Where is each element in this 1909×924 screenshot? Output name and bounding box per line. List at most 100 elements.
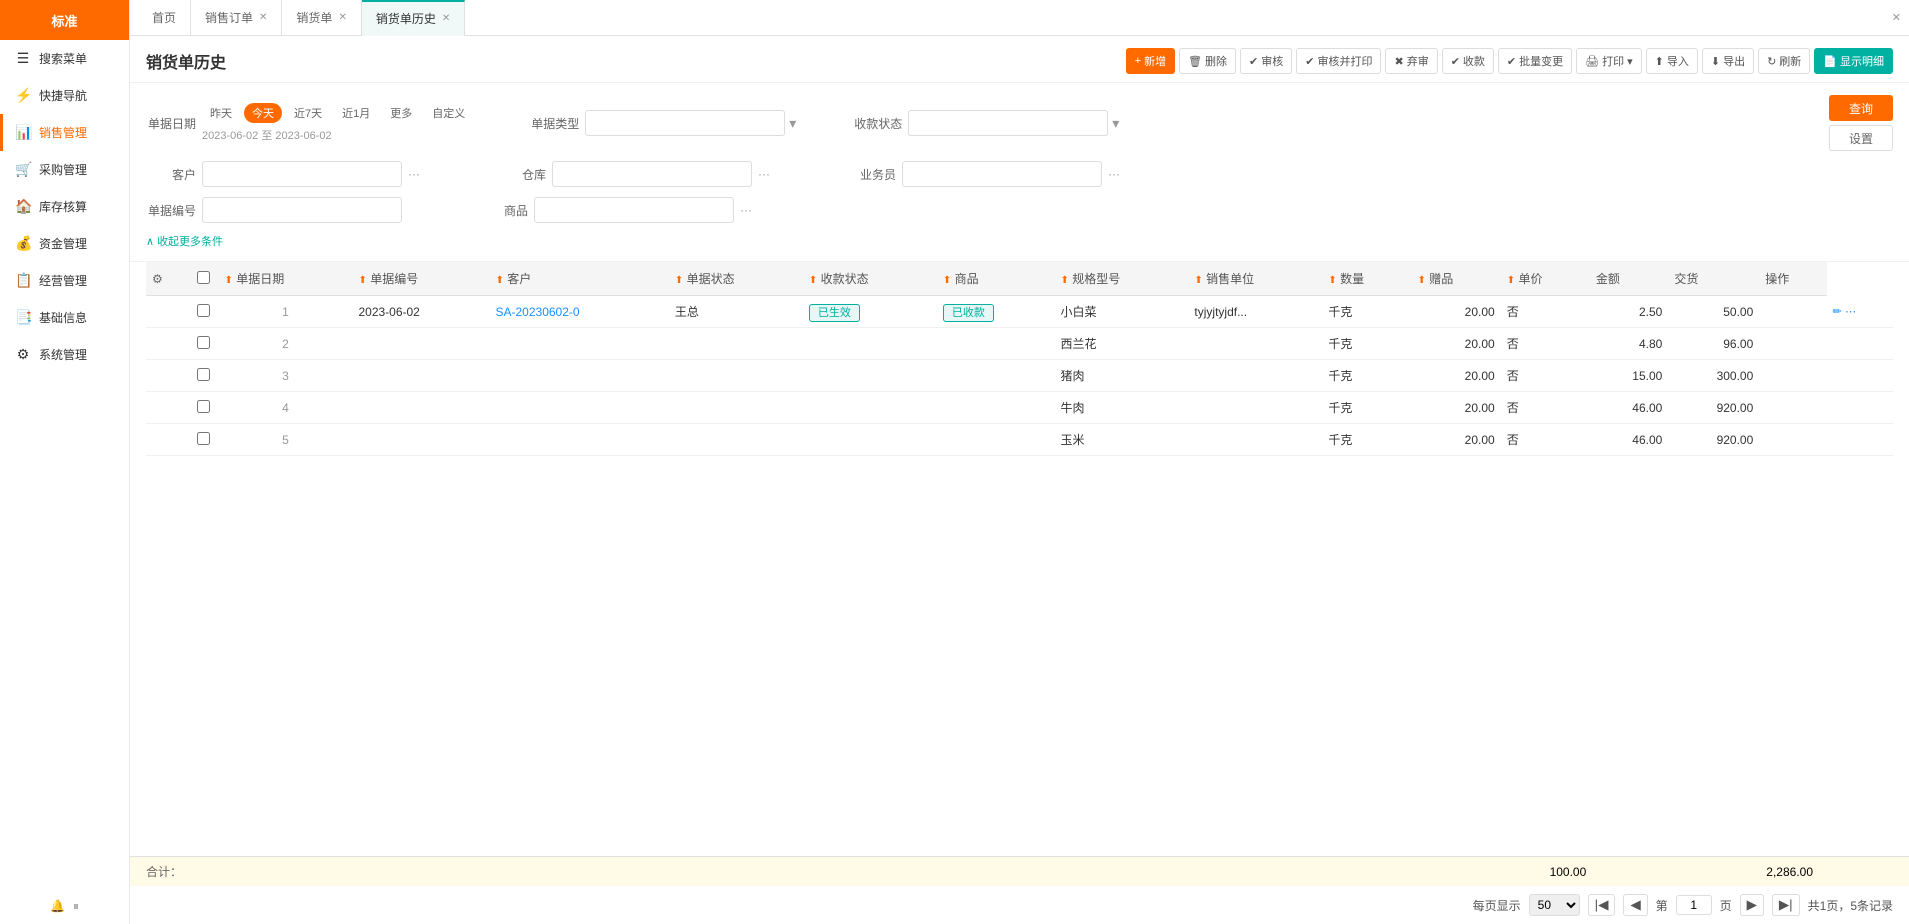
col-doc-date[interactable]: ⬆ 单据日期 bbox=[219, 262, 353, 296]
salesperson-ellipsis[interactable]: ··· bbox=[1108, 167, 1120, 181]
row-checkbox[interactable] bbox=[189, 424, 219, 456]
sidebar-bottom-icon1[interactable]: 🔔 bbox=[50, 899, 65, 914]
audit-print-button[interactable]: ✔ 审核并打印 bbox=[1296, 48, 1381, 74]
show-detail-button[interactable]: 📄 显示明细 bbox=[1814, 48, 1893, 74]
sort-icon: ⬆ bbox=[943, 275, 951, 286]
last-page-button[interactable]: ▶| bbox=[1772, 894, 1800, 916]
sidebar-item-search-menu[interactable]: ☰ 搜索菜单 bbox=[0, 40, 129, 77]
first-page-button[interactable]: |◀ bbox=[1588, 894, 1616, 916]
sidebar-bottom-icon2[interactable]: ⏸ bbox=[73, 899, 79, 914]
row-amount: 96.00 bbox=[1668, 328, 1759, 360]
customer-ellipsis[interactable]: ··· bbox=[408, 167, 420, 181]
select-all-checkbox[interactable] bbox=[197, 271, 210, 284]
date-tag-today[interactable]: 今天 bbox=[244, 103, 282, 123]
col-customer[interactable]: ⬆ 客户 bbox=[490, 262, 669, 296]
col-doc-no[interactable]: ⬆ 单据编号 bbox=[352, 262, 489, 296]
col-doc-status[interactable]: ⬆ 单据状态 bbox=[669, 262, 803, 296]
table-body: 1 2023-06-02 SA-20230602-0 王总 已生效 已收款 小白… bbox=[146, 296, 1893, 456]
payment-status-dropdown-icon[interactable]: ▾ bbox=[1112, 115, 1119, 132]
export-button[interactable]: ⬇ 导出 bbox=[1702, 48, 1754, 74]
new-button[interactable]: + 新增 bbox=[1126, 48, 1175, 74]
collapse-button[interactable]: ∧ 收起更多条件 bbox=[146, 233, 1893, 249]
sidebar-item-purchase-mgmt[interactable]: 🛒 采购管理 bbox=[0, 151, 129, 188]
tab-home[interactable]: 首页 bbox=[138, 0, 191, 36]
col-qty[interactable]: ⬆ 数量 bbox=[1322, 262, 1411, 296]
row-doc-no[interactable] bbox=[490, 424, 669, 456]
sidebar-item-quick-nav[interactable]: ⚡ 快捷导航 bbox=[0, 77, 129, 114]
payment-status-input[interactable] bbox=[908, 110, 1108, 136]
date-tag-1month[interactable]: 近1月 bbox=[334, 103, 378, 123]
sidebar-item-ops[interactable]: 📋 经营管理 bbox=[0, 262, 129, 299]
col-spec[interactable]: ⬆ 规格型号 bbox=[1054, 262, 1188, 296]
row-doc-no[interactable] bbox=[490, 328, 669, 360]
row-select-checkbox[interactable] bbox=[197, 368, 210, 381]
warehouse-ellipsis[interactable]: ··· bbox=[758, 167, 770, 181]
row-doc-no[interactable]: SA-20230602-0 bbox=[490, 296, 669, 328]
row-checkbox[interactable] bbox=[189, 328, 219, 360]
warehouse-input[interactable] bbox=[552, 161, 752, 187]
abandon-button[interactable]: ✖ 弃审 bbox=[1385, 48, 1437, 74]
refresh-button[interactable]: ↻ 刷新 bbox=[1758, 48, 1810, 74]
row-doc-no[interactable] bbox=[490, 392, 669, 424]
tab-sales-order[interactable]: 销售订单 ✕ bbox=[191, 0, 282, 36]
print-button[interactable]: 🖨 打印 ▾ bbox=[1576, 48, 1642, 74]
audit-button[interactable]: ✔ 审核 bbox=[1240, 48, 1292, 74]
sidebar-item-sales-mgmt[interactable]: 📊 销售管理 bbox=[0, 114, 129, 151]
goods-ellipsis[interactable]: ··· bbox=[740, 203, 752, 217]
query-button[interactable]: 查询 bbox=[1829, 95, 1893, 121]
edit-action[interactable]: ✏ bbox=[1833, 306, 1842, 318]
window-close-btn[interactable]: ✕ bbox=[1892, 11, 1901, 24]
delete-button[interactable]: 🗑 删除 bbox=[1179, 48, 1236, 74]
sidebar-item-system-mgmt[interactable]: ⚙ 系统管理 bbox=[0, 336, 129, 373]
sidebar-item-basic-info[interactable]: 📑 基础信息 bbox=[0, 299, 129, 336]
row-checkbox[interactable] bbox=[189, 360, 219, 392]
doc-type-dropdown-icon[interactable]: ▾ bbox=[789, 115, 796, 132]
date-tag-custom[interactable]: 自定义 bbox=[424, 103, 473, 123]
date-tags: 昨天 今天 近7天 近1月 更多 自定义 bbox=[202, 103, 473, 123]
date-tag-more[interactable]: 更多 bbox=[382, 103, 420, 123]
row-select-checkbox[interactable] bbox=[197, 400, 210, 413]
col-goods[interactable]: ⬆ 商品 bbox=[937, 262, 1055, 296]
goods-input[interactable] bbox=[534, 197, 734, 223]
row-select-checkbox[interactable] bbox=[197, 432, 210, 445]
date-tag-7days[interactable]: 近7天 bbox=[286, 103, 330, 123]
row-select-checkbox[interactable] bbox=[197, 304, 210, 317]
total-row: 合计： 100.00 2,286.00 bbox=[130, 857, 1909, 886]
col-unit[interactable]: ⬆ 销售单位 bbox=[1188, 262, 1322, 296]
row-checkbox[interactable] bbox=[189, 392, 219, 424]
col-payment-status[interactable]: ⬆ 收款状态 bbox=[803, 262, 937, 296]
import-button[interactable]: ⬆ 导入 bbox=[1646, 48, 1698, 74]
tab-sales-delivery-close[interactable]: ✕ bbox=[338, 12, 346, 23]
more-action[interactable]: ⋯ bbox=[1845, 306, 1856, 318]
per-page-select[interactable]: 50 100 200 bbox=[1529, 894, 1580, 916]
set-button[interactable]: 设置 bbox=[1829, 125, 1893, 151]
sidebar-item-inventory[interactable]: 🏠 库存核算 bbox=[0, 188, 129, 225]
customer-input[interactable] bbox=[202, 161, 402, 187]
doc-no-input[interactable] bbox=[202, 197, 402, 223]
collect-button[interactable]: ✔ 收款 bbox=[1442, 48, 1494, 74]
row-price: 46.00 bbox=[1590, 392, 1668, 424]
col-checkbox[interactable] bbox=[189, 262, 219, 296]
sidebar-item-finance[interactable]: 💰 资金管理 bbox=[0, 225, 129, 262]
salesperson-input[interactable] bbox=[902, 161, 1102, 187]
tab-sales-history[interactable]: 销货单历史 ✕ bbox=[362, 0, 465, 36]
batch-change-button[interactable]: ✔ 批量变更 bbox=[1498, 48, 1572, 74]
col-gift[interactable]: ⬆ 赠品 bbox=[1412, 262, 1501, 296]
tab-home-label: 首页 bbox=[152, 9, 176, 26]
col-price[interactable]: ⬆ 单价 bbox=[1501, 262, 1590, 296]
date-tag-yesterday[interactable]: 昨天 bbox=[202, 103, 240, 123]
row-doc-no[interactable] bbox=[490, 360, 669, 392]
tab-sales-history-close[interactable]: ✕ bbox=[442, 13, 450, 24]
tab-sales-order-close[interactable]: ✕ bbox=[259, 12, 267, 23]
row-checkbox[interactable] bbox=[189, 296, 219, 328]
row-unit: 千克 bbox=[1322, 360, 1411, 392]
filter-actions: 查询 设置 bbox=[1829, 95, 1893, 151]
page-input[interactable] bbox=[1676, 895, 1712, 915]
next-page-button[interactable]: ▶ bbox=[1740, 894, 1764, 916]
doc-type-input[interactable] bbox=[585, 110, 785, 136]
tab-sales-delivery[interactable]: 销货单 ✕ bbox=[282, 0, 361, 36]
prev-page-button[interactable]: ◀ bbox=[1623, 894, 1647, 916]
row-select-checkbox[interactable] bbox=[197, 336, 210, 349]
row-spec bbox=[1188, 392, 1322, 424]
col-settings[interactable]: ⚙ bbox=[146, 262, 189, 296]
